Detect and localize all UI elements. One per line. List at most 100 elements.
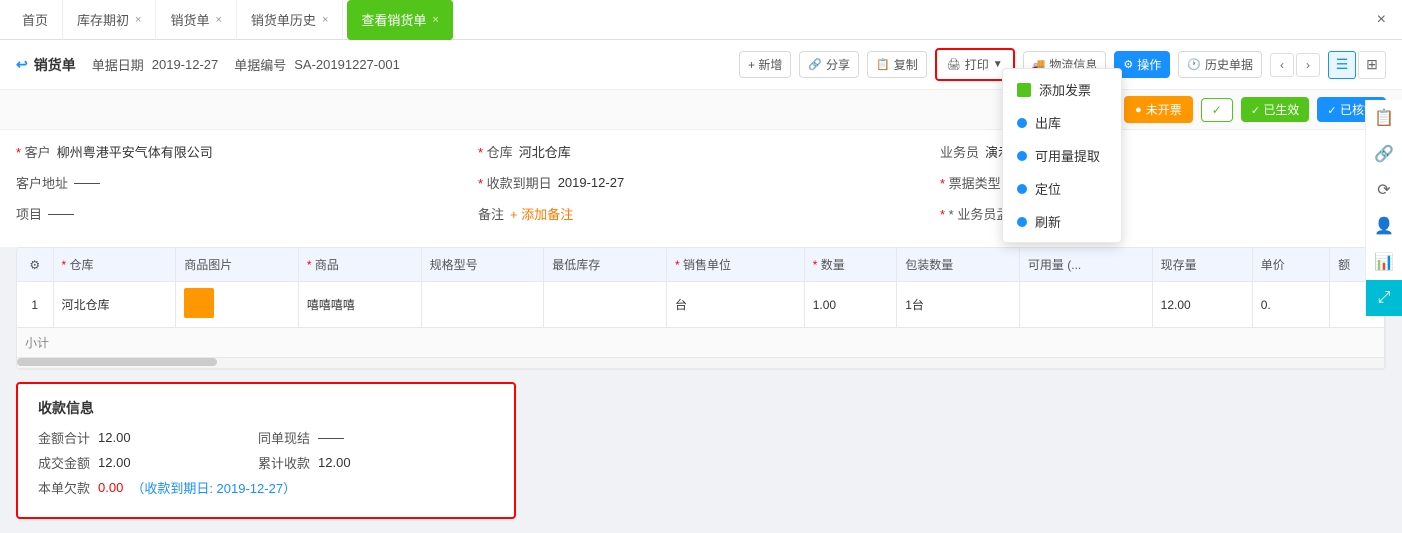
- cell-seq: 1: [17, 282, 53, 328]
- col-quantity: * 数量: [804, 248, 897, 282]
- nav-next[interactable]: ›: [1296, 53, 1320, 77]
- print-button[interactable]: 🖨 打印 ▼: [939, 52, 1011, 77]
- col-stock: 现存量: [1152, 248, 1252, 282]
- add-remark-btn[interactable]: + 添加备注: [510, 204, 573, 223]
- refresh-icon: [1017, 217, 1027, 227]
- cumulative-item: 累计收款 12.00: [258, 453, 438, 472]
- payment-title: 收款信息: [38, 398, 494, 418]
- right-sidebar: 📋 🔗 ⟳ 👤 📊 ⤢: [1365, 100, 1402, 316]
- payment-date-field: 收款到期日 2019-12-27: [478, 173, 924, 192]
- confirm-btn[interactable]: ✓: [1201, 98, 1233, 122]
- dropdown-refresh[interactable]: 刷新: [1003, 205, 1121, 238]
- tab-close-history[interactable]: ×: [322, 14, 328, 26]
- scrollbar-row: [17, 358, 1385, 369]
- project-field: 项目 ——: [16, 204, 462, 223]
- payment-row-1: 金额合计 12.00 同单现结 ——: [38, 428, 494, 447]
- document-header: ↩ 销货单 单据日期 2019-12-27 单据编号 SA-20191227-0…: [0, 40, 1402, 90]
- nav-prev[interactable]: ‹: [1270, 53, 1294, 77]
- col-min-stock: 最低库存: [544, 248, 667, 282]
- payment-date-value: 2019-12-27: [558, 175, 625, 190]
- tab-inventory-init[interactable]: 库存期初 ×: [63, 0, 156, 40]
- operations-dropdown: 添加发票 出库 可用量提取 定位 刷新: [1002, 68, 1122, 243]
- available-qty-icon: [1017, 151, 1027, 161]
- form-area: 客户 柳州粤港平安气体有限公司 仓库 河北仓库 业务员 演示账号 客户地址 ——…: [0, 130, 1402, 247]
- global-close-button[interactable]: ×: [1369, 11, 1394, 29]
- cell-quantity: 1.00: [804, 282, 897, 328]
- ticket-type-label: 票据类型: [940, 173, 1001, 192]
- project-label: 项目: [16, 204, 42, 223]
- right-icon-clipboard[interactable]: 📋: [1366, 100, 1402, 136]
- balance-value: 0.00: [98, 480, 123, 495]
- product-table: ⚙ * 仓库 商品图片 * 商品 规格型号 最低库存 * 销售单位 * 数量 包…: [17, 248, 1385, 369]
- table-row: 1 河北仓库 嘻嘻嘻嘻 台 1.00 1台 12.00 0.: [17, 282, 1385, 328]
- table-scrollbar[interactable]: [17, 358, 217, 366]
- dropdown-available-qty[interactable]: 可用量提取: [1003, 139, 1121, 172]
- new-button[interactable]: + 新增: [739, 51, 791, 78]
- locate-icon: [1017, 184, 1027, 194]
- project-value: ——: [48, 206, 74, 221]
- same-order-label: 同单现结: [258, 428, 310, 447]
- right-icon-expand[interactable]: ⤢: [1366, 280, 1402, 316]
- outbound-icon: [1017, 118, 1027, 128]
- col-product: * 商品: [298, 248, 421, 282]
- tab-sales-history[interactable]: 销货单历史 ×: [237, 0, 343, 40]
- doc-number-label: 单据编号 SA-20191227-001: [234, 55, 400, 74]
- address-value: ——: [74, 175, 100, 190]
- view-toggle: ☰ ⊞: [1328, 51, 1386, 79]
- toolbar-row: 📱 来自手机 ● 未开票 ✓ ✓ 已生效 ✓ 已核销: [0, 90, 1402, 130]
- view-grid-btn[interactable]: ⊞: [1358, 51, 1386, 79]
- warehouse-value: 河北仓库: [519, 142, 571, 161]
- payment-date-label: 收款到期日: [478, 173, 552, 192]
- customer-value: 柳州粤港平安气体有限公司: [57, 142, 213, 161]
- warehouse-field: 仓库 河北仓库: [478, 142, 924, 161]
- transaction-item: 成交金额 12.00: [38, 453, 218, 472]
- copy-button[interactable]: 📋 复制: [867, 51, 927, 78]
- dropdown-outbound[interactable]: 出库: [1003, 106, 1121, 139]
- add-invoice-icon: [1017, 83, 1031, 97]
- table-header-row: ⚙ * 仓库 商品图片 * 商品 规格型号 最低库存 * 销售单位 * 数量 包…: [17, 248, 1385, 282]
- tab-view-sales[interactable]: 查看销货单 ×: [347, 0, 453, 40]
- cumulative-value: 12.00: [318, 455, 351, 470]
- cell-min-stock: [544, 282, 667, 328]
- view-list-btn[interactable]: ☰: [1328, 51, 1356, 79]
- doc-title: ↩ 销货单: [16, 55, 76, 75]
- tab-sales-order[interactable]: 销货单 ×: [156, 0, 236, 40]
- tab-home[interactable]: 首页: [8, 0, 63, 40]
- customer-field: 客户 柳州粤港平安气体有限公司: [16, 142, 462, 161]
- cell-available: [1019, 282, 1152, 328]
- dropdown-add-invoice[interactable]: 添加发票: [1003, 73, 1121, 106]
- history-button[interactable]: 🕐 历史单据: [1178, 51, 1262, 78]
- subtotal-label: 小计: [17, 328, 1385, 358]
- balance-label: 本单欠款: [38, 478, 90, 497]
- right-icon-user[interactable]: 👤: [1366, 208, 1402, 244]
- right-icon-chart[interactable]: 📊: [1366, 244, 1402, 280]
- subtotal-row: 小计: [17, 328, 1385, 358]
- effective-status-btn[interactable]: ✓ 已生效: [1241, 97, 1310, 122]
- right-icon-link[interactable]: 🔗: [1366, 136, 1402, 172]
- share-button[interactable]: 🔗 分享: [799, 51, 859, 78]
- col-unit-price: 单价: [1252, 248, 1329, 282]
- product-table-container: ⚙ * 仓库 商品图片 * 商品 规格型号 最低库存 * 销售单位 * 数量 包…: [16, 247, 1386, 370]
- transaction-value: 12.00: [98, 455, 131, 470]
- operations-button[interactable]: ⚙ 操作: [1114, 51, 1170, 78]
- col-settings[interactable]: ⚙: [17, 248, 53, 282]
- nav-arrows: ‹ ›: [1270, 53, 1320, 77]
- cell-product: 嘻嘻嘻嘻: [298, 282, 421, 328]
- tab-bar: 首页 库存期初 × 销货单 × 销货单历史 × 查看销货单 × ×: [0, 0, 1402, 40]
- payment-info-box: 收款信息 金额合计 12.00 同单现结 —— 成交金额 12.00 累计收款 …: [16, 382, 516, 519]
- address-field: 客户地址 ——: [16, 173, 462, 192]
- customer-label: 客户: [16, 142, 51, 161]
- tab-close-inventory[interactable]: ×: [135, 14, 141, 26]
- col-warehouse: * 仓库: [53, 248, 176, 282]
- cell-package-qty: 1台: [897, 282, 1020, 328]
- tab-close-view-sales[interactable]: ×: [432, 14, 438, 26]
- doc-meta: 单据日期 2019-12-27 单据编号 SA-20191227-001: [92, 55, 400, 74]
- same-order-value: ——: [318, 430, 344, 445]
- tab-close-sales[interactable]: ×: [215, 14, 221, 26]
- remark-field: 备注 + 添加备注: [478, 204, 924, 223]
- dropdown-locate[interactable]: 定位: [1003, 172, 1121, 205]
- cell-stock: 12.00: [1152, 282, 1252, 328]
- right-icon-refresh[interactable]: ⟳: [1366, 172, 1402, 208]
- not-opened-btn[interactable]: ● 未开票: [1124, 96, 1193, 123]
- remark-label: 备注: [478, 204, 504, 223]
